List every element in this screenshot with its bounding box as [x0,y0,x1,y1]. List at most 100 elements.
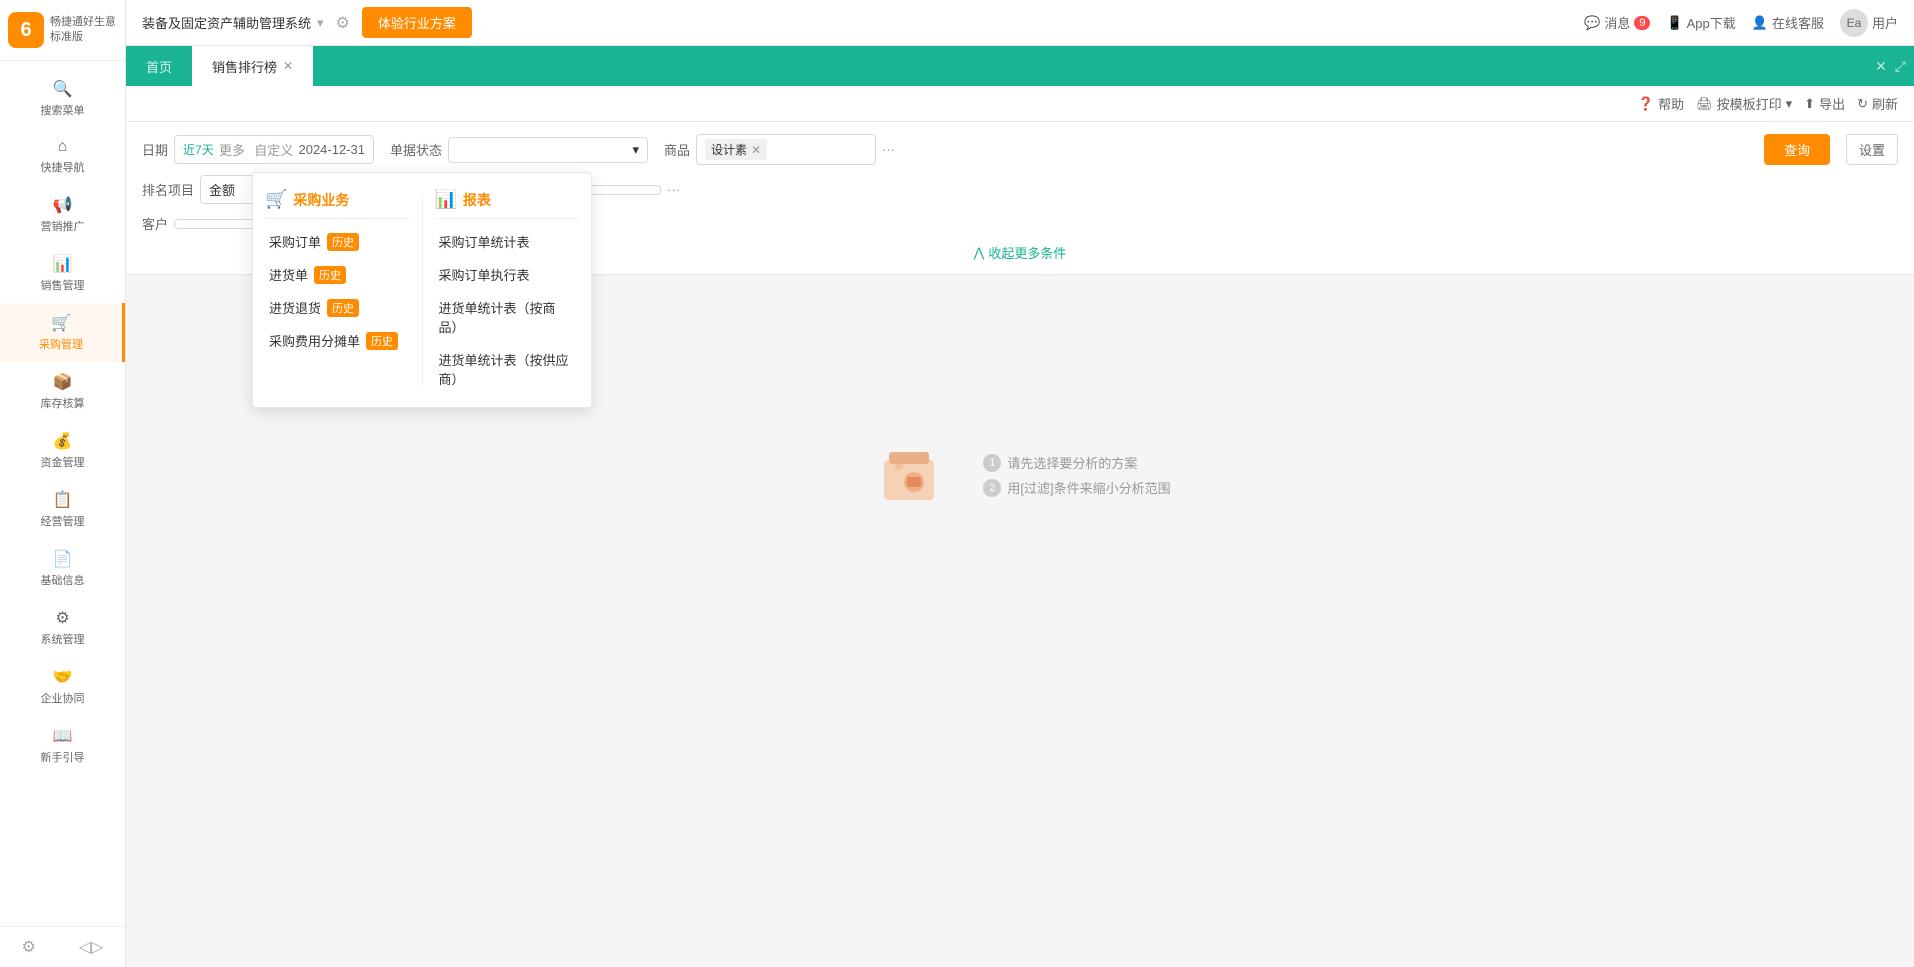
export-btn[interactable]: ⬆ 导出 [1804,94,1845,113]
return-history: 历史 [327,299,359,317]
query-btn[interactable]: 查询 [1764,134,1830,165]
sidebar-item-inventory[interactable]: 📦库存核算 [0,362,125,421]
expense-history: 历史 [366,332,398,350]
purchase-col-header: 🛒 采购业务 [265,185,410,219]
settings-bottom-icon[interactable]: ⚙ [22,937,36,957]
sales-icon: 📊 [53,254,73,274]
maximize-icon[interactable]: ⤢ [1895,58,1906,75]
quick-icon: ⌂ [58,138,68,156]
print-icon: 🖨 [1696,96,1713,112]
product-tag-close[interactable]: ✕ [751,143,761,157]
tab-home[interactable]: 首页 [126,46,192,86]
date-filter-label: 日期 [142,140,168,159]
report-order-stats[interactable]: 采购订单统计表 [435,225,580,258]
logo-icon: 6 [8,12,44,48]
sidebar-item-search[interactable]: 🔍搜索菜单 [0,69,125,128]
sidebar: 6 畅捷通好生意 标准版 🔍搜索菜单⌂快捷导航📢营销推广📊销售管理🛒采购管理📦库… [0,0,126,967]
tab-close-icon[interactable]: ✕ [283,59,293,73]
close-window-icon[interactable]: ✕ [1875,58,1887,75]
date-filter: 日期 近7天 更多 自定义 2024-12-31 [142,135,374,164]
online-service-btn[interactable]: 👤 在线客服 [1752,13,1824,32]
sidebar-item-enterprise[interactable]: 🤝企业协同 [0,657,125,716]
tab-maximize-area: ✕ ⤢ [1875,58,1906,75]
settings-btn[interactable]: 设置 [1846,134,1898,165]
print-btn[interactable]: 🖨 按模板打印 ▾ [1696,94,1792,113]
date-filter-input[interactable]: 近7天 更多 自定义 2024-12-31 [174,135,374,164]
toolbar-row: ❓ 帮助 🖨 按模板打印 ▾ ⬆ 导出 ↻ 刷新 [126,86,1914,122]
status-filter-label: 单据状态 [390,140,442,159]
purchase-order-history: 历史 [327,233,359,251]
service-icon: 👤 [1752,15,1768,31]
refresh-icon: ↻ [1857,96,1868,112]
purchase-expense-item[interactable]: 采购费用分摊单 历史 [265,324,410,357]
purchase-return-item[interactable]: 进货退货 历史 [265,291,410,324]
empty-text: 1 请先选择要分析的方案 2 用[过滤]条件来缩小分析范围 [983,453,1170,497]
sidebar-item-sales[interactable]: 📊销售管理 [0,244,125,303]
rank-filter-label: 排名项目 [142,180,194,199]
sidebar-nav: 🔍搜索菜单⌂快捷导航📢营销推广📊销售管理🛒采购管理📦库存核算💰资金管理📋经营管理… [0,61,125,926]
user-avatar-btn[interactable]: Ea 用户 [1840,9,1898,37]
sidebar-item-guide[interactable]: 📖新手引导 [0,716,125,775]
collapse-btn[interactable]: ⋀ 收起更多条件 [974,243,1067,262]
search-icon: 🔍 [53,79,73,99]
status-filter: 单据状态 ▾ [390,137,648,163]
empty-illustration [869,430,959,520]
report-inbound-supplier[interactable]: 进货单统计表（按供应商） [435,343,580,395]
app-download-btn[interactable]: 📱 App下载 [1666,13,1735,32]
product-filter-dots[interactable]: ··· [882,142,895,157]
tab-sales-rank[interactable]: 销售排行榜 ✕ [192,46,313,86]
product-filter-tag: 设计素 ✕ [705,139,767,160]
message-btn[interactable]: 💬 消息 9 [1584,13,1650,32]
product-filter-label: 商品 [664,140,690,159]
sidebar-item-basic[interactable]: 📄基础信息 [0,539,125,598]
user-avatar: Ea [1840,9,1868,37]
status-filter-input[interactable]: ▾ [448,137,648,163]
reports-col-icon: 📊 [435,189,457,210]
phone-icon: 📱 [1666,15,1682,31]
message-icon: 💬 [1584,15,1600,31]
logo-text: 畅捷通好生意 标准版 [50,15,116,46]
marketing-icon: 📢 [53,195,73,215]
product-filter: 商品 设计素 ✕ ··· [664,134,895,165]
content-area: ❓ 帮助 🖨 按模板打印 ▾ ⬆ 导出 ↻ 刷新 [126,86,1914,967]
inventory-icon: 📦 [53,372,73,392]
report-inbound-product[interactable]: 进货单统计表（按商品） [435,291,580,343]
purchase-col-icon: 🛒 [265,189,287,210]
topbar-right: 💬 消息 9 📱 App下载 👤 在线客服 Ea 用户 [1584,9,1898,37]
topbar-settings-icon[interactable]: ⚙ [336,13,350,33]
customer-filter-label: 客户 [142,214,168,233]
sidebar-item-finance[interactable]: 💰资金管理 [0,421,125,480]
print-dropdown-icon[interactable]: ▾ [1786,96,1793,112]
help-icon: ❓ [1638,96,1654,112]
industry-btn[interactable]: 体验行业方案 [362,7,472,38]
sidebar-item-marketing[interactable]: 📢营销推广 [0,185,125,244]
title-dropdown-icon[interactable]: ▾ [317,15,324,31]
sidebar-item-purchase[interactable]: 🛒采购管理 [0,303,125,362]
purchase-icon: 🛒 [51,313,71,333]
sidebar-item-system[interactable]: ⚙系统管理 [0,598,125,657]
guide-icon: 📖 [53,726,73,746]
enterprise-icon: 🤝 [53,667,73,687]
purchase-inbound-item[interactable]: 进货单 历史 [265,258,410,291]
tabbar: 首页 销售排行榜 ✕ ✕ ⤢ [126,46,1914,86]
help-btn[interactable]: ❓ 帮助 [1638,94,1684,113]
collapse-sidebar-icon[interactable]: ◁▷ [79,937,104,957]
message-badge: 9 [1634,16,1650,30]
collapse-icon: ⋀ [974,245,985,261]
refresh-btn[interactable]: ↻ 刷新 [1857,94,1898,113]
product-filter-input[interactable]: 设计素 ✕ [696,134,876,165]
operation-icon: 📋 [53,490,73,510]
purchase-order-item[interactable]: 采购订单 历史 [265,225,410,258]
reports-col-header: 📊 报表 [435,185,580,219]
sidebar-item-operation[interactable]: 📋经营管理 [0,480,125,539]
salesperson-filter-dots[interactable]: ··· [667,182,680,197]
inbound-history: 历史 [314,266,346,284]
main-content: 装备及固定资产辅助管理系统 ▾ ⚙ 体验行业方案 💬 消息 9 📱 App下载 … [126,0,1914,967]
sidebar-logo: 6 畅捷通好生意 标准版 [0,0,125,61]
report-order-exec[interactable]: 采购订单执行表 [435,258,580,291]
sidebar-item-quick[interactable]: ⌂快捷导航 [0,128,125,185]
status-dropdown-icon: ▾ [633,142,640,158]
purchase-dropdown-menu: 🛒 采购业务 采购订单 历史 进货单 历史 进货退货 [252,172,592,408]
dropdown-col-reports: 📊 报表 采购订单统计表 采购订单执行表 进货单统计表（按商品） [423,185,592,395]
finance-icon: 💰 [53,431,73,451]
